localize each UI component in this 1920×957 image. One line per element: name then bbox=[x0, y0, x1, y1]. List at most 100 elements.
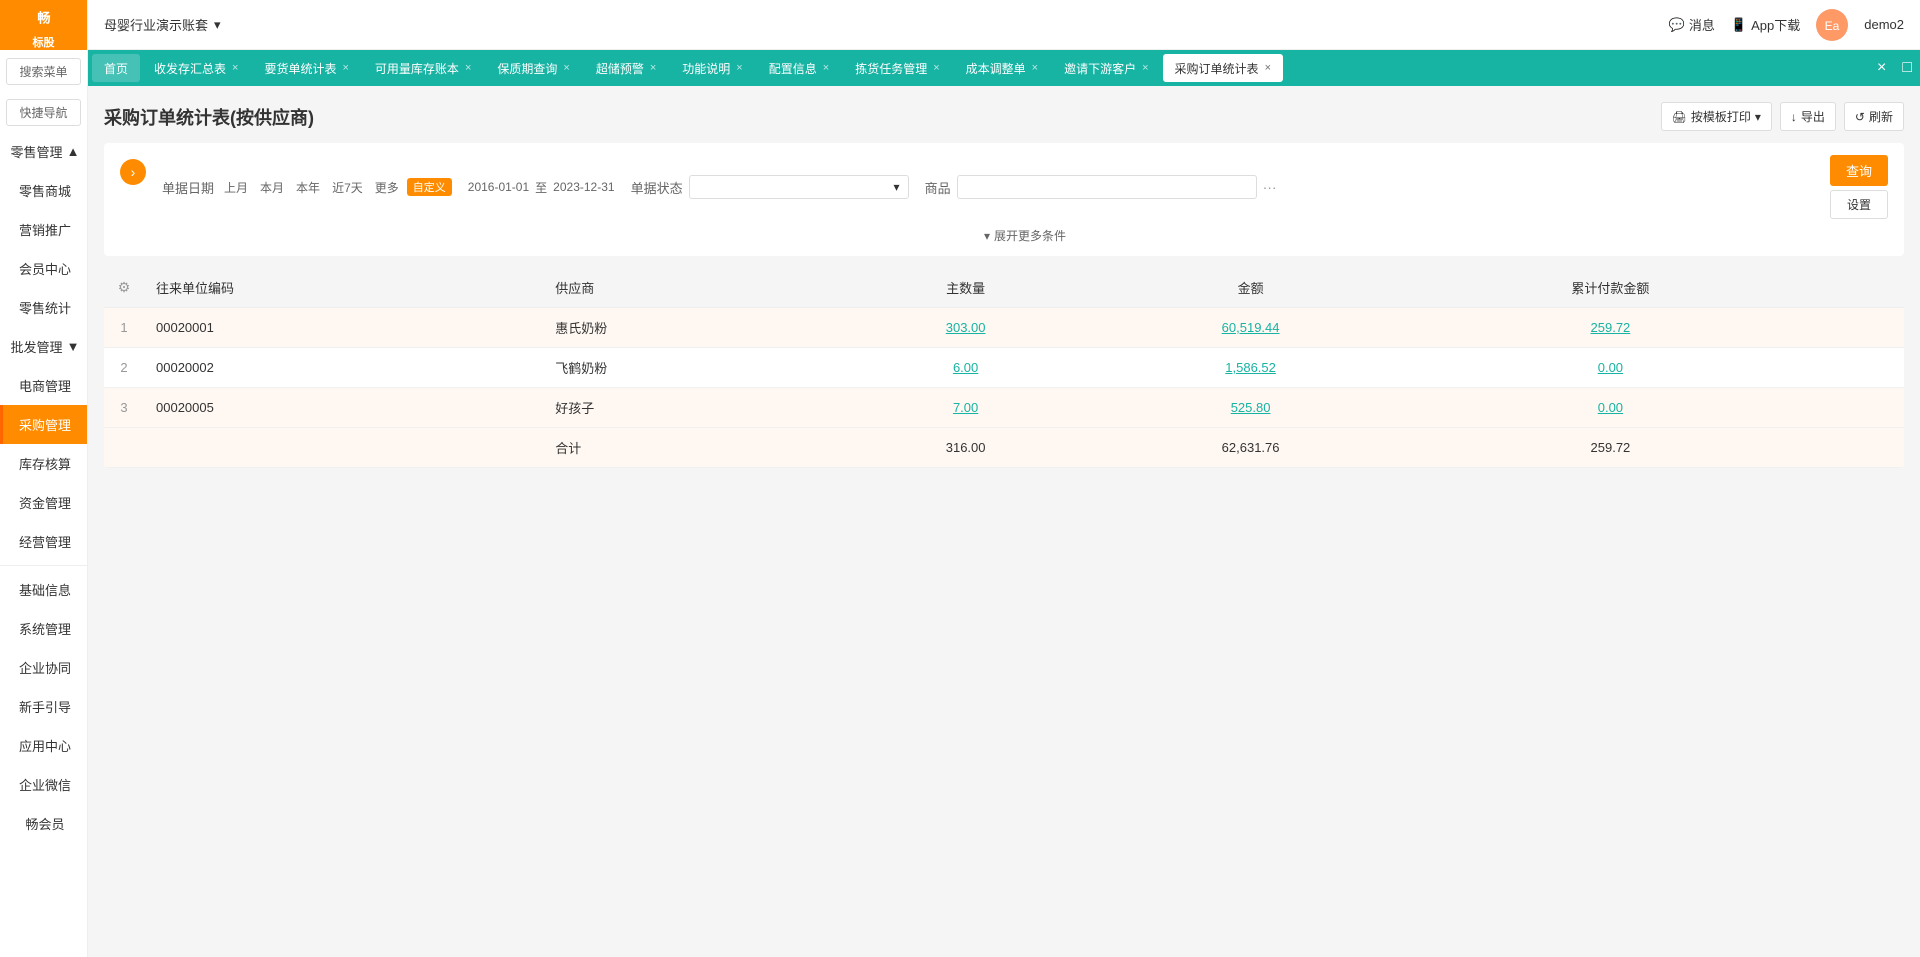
tab-label: 超储预警 bbox=[596, 60, 644, 77]
tab-expand-btn[interactable]: □ bbox=[1898, 59, 1916, 77]
cell-paid-amount[interactable]: 259.72 bbox=[1411, 308, 1810, 348]
tab-order-summary[interactable]: 要货单统计表 × bbox=[252, 54, 360, 82]
cell-quantity[interactable]: 6.00 bbox=[841, 348, 1091, 388]
tab-close-icon[interactable]: × bbox=[933, 62, 939, 74]
shortcut-more[interactable]: 更多 bbox=[371, 177, 403, 198]
app-download-btn[interactable]: 📱 App下载 bbox=[1731, 15, 1800, 34]
tab-picking-task[interactable]: 拣货任务管理 × bbox=[843, 54, 951, 82]
sidebar-item-finance[interactable]: 资金管理 bbox=[0, 483, 87, 522]
shortcut-7days[interactable]: 近7天 bbox=[328, 177, 367, 198]
tab-invite-downstream[interactable]: 邀请下游客户 × bbox=[1052, 54, 1160, 82]
tab-expiry-query[interactable]: 保质期查询 × bbox=[485, 54, 581, 82]
cell-amount[interactable]: 60,519.44 bbox=[1090, 308, 1410, 348]
cell-unit-code[interactable]: 00020005 bbox=[144, 388, 543, 428]
tab-label: 邀请下游客户 bbox=[1064, 60, 1136, 77]
tab-close-icon[interactable]: × bbox=[232, 62, 238, 74]
search-button[interactable]: 查询 bbox=[1830, 155, 1888, 186]
tab-close-icon[interactable]: × bbox=[1142, 62, 1148, 74]
print-button[interactable]: 🖨 按模板打印 ▾ bbox=[1661, 102, 1772, 131]
cell-extra bbox=[1810, 308, 1904, 348]
table-row: 1 00020001 惠氏奶粉 303.00 60,519.44 259.72 bbox=[104, 308, 1904, 348]
date-to[interactable]: 2023-12-31 bbox=[553, 180, 614, 194]
logo-text: 标股 bbox=[33, 34, 55, 50]
sidebar-item-retail-stats[interactable]: 零售统计 bbox=[0, 288, 87, 327]
sidebar-item-member[interactable]: 会员中心 bbox=[0, 249, 87, 288]
table-row: 3 00020005 好孩子 7.00 525.80 0.00 bbox=[104, 388, 1904, 428]
sidebar-item-basic-info[interactable]: 基础信息 bbox=[0, 570, 87, 609]
sidebar-item-new-guide[interactable]: 新手引导 bbox=[0, 687, 87, 726]
goods-label: 商品 bbox=[925, 178, 951, 197]
tab-close-icon[interactable]: × bbox=[465, 62, 471, 74]
footer-paid-amount: 259.72 bbox=[1411, 428, 1810, 468]
settings-button[interactable]: 设置 bbox=[1830, 190, 1888, 219]
tab-inventory-ledger[interactable]: 可用量库存账本 × bbox=[363, 54, 483, 82]
svg-text:Ea: Ea bbox=[1825, 19, 1840, 33]
cell-quantity[interactable]: 303.00 bbox=[841, 308, 1091, 348]
shortcut-this-month[interactable]: 本月 bbox=[256, 177, 288, 198]
sidebar-item-member2[interactable]: 畅会员 bbox=[0, 804, 87, 843]
status-select[interactable]: ▾ bbox=[689, 175, 909, 199]
page-header: 采购订单统计表(按供应商) 🖨 按模板打印 ▾ ↓ 导出 ↺ 刷新 bbox=[104, 102, 1904, 131]
sidebar-item-inventory[interactable]: 库存核算 bbox=[0, 444, 87, 483]
shortcut-this-year[interactable]: 本年 bbox=[292, 177, 324, 198]
date-from[interactable]: 2016-01-01 bbox=[468, 180, 529, 194]
date-range: 2016-01-01 至 2023-12-31 bbox=[468, 179, 615, 196]
tab-overstock-warning[interactable]: 超储预警 × bbox=[584, 54, 668, 82]
workspace-name: 母婴行业演示账套 bbox=[104, 15, 208, 34]
expand-conditions-btn[interactable]: ▾ 展开更多条件 bbox=[984, 227, 1066, 244]
search-menu-btn[interactable]: 搜索菜单 bbox=[0, 50, 87, 93]
tab-close-icon[interactable]: × bbox=[650, 62, 656, 74]
gear-icon[interactable]: ⚙ bbox=[118, 279, 131, 295]
sidebar-item-marketing[interactable]: 营销推广 bbox=[0, 210, 87, 249]
avatar[interactable]: Ea bbox=[1816, 9, 1848, 41]
cell-unit-code[interactable]: 00020002 bbox=[144, 348, 543, 388]
tab-close-all-btn[interactable]: × bbox=[1873, 59, 1890, 77]
tab-close-icon[interactable]: × bbox=[1032, 62, 1038, 74]
workspace-selector[interactable]: 母婴行业演示账套 ▾ bbox=[104, 15, 221, 34]
page-actions: 🖨 按模板打印 ▾ ↓ 导出 ↺ 刷新 bbox=[1661, 102, 1904, 131]
cell-paid-amount[interactable]: 0.00 bbox=[1411, 348, 1810, 388]
cell-supplier[interactable]: 惠氏奶粉 bbox=[543, 308, 841, 348]
goods-input[interactable] bbox=[957, 175, 1257, 199]
sidebar-item-enterprise-wechat[interactable]: 企业微信 bbox=[0, 765, 87, 804]
goods-more-icon[interactable]: ··· bbox=[1263, 179, 1277, 195]
refresh-button[interactable]: ↺ 刷新 bbox=[1844, 102, 1904, 131]
sidebar-item-retail-shop[interactable]: 零售商城 bbox=[0, 171, 87, 210]
sidebar-item-wholesale-mgmt[interactable]: 批发管理 ▼ bbox=[0, 327, 87, 366]
cell-amount[interactable]: 525.80 bbox=[1090, 388, 1410, 428]
cell-supplier[interactable]: 飞鹤奶粉 bbox=[543, 348, 841, 388]
shortcut-btn[interactable]: 快捷导航 bbox=[6, 99, 81, 126]
export-button[interactable]: ↓ 导出 bbox=[1780, 102, 1836, 131]
sidebar-item-purchase-mgmt[interactable]: 采购管理 bbox=[0, 405, 87, 444]
tab-close-icon[interactable]: × bbox=[823, 62, 829, 74]
col-supplier: 供应商 bbox=[543, 268, 841, 308]
sidebar-item-app-center[interactable]: 应用中心 bbox=[0, 726, 87, 765]
filter-toggle-btn[interactable]: › bbox=[120, 159, 146, 185]
cell-quantity[interactable]: 7.00 bbox=[841, 388, 1091, 428]
cell-paid-amount[interactable]: 0.00 bbox=[1411, 388, 1810, 428]
sidebar-item-system[interactable]: 系统管理 bbox=[0, 609, 87, 648]
tab-purchase-summary[interactable]: 采购订单统计表 × bbox=[1163, 54, 1283, 82]
tab-label: 拣货任务管理 bbox=[855, 60, 927, 77]
cell-unit-code[interactable]: 00020001 bbox=[144, 308, 543, 348]
shortcut-nav-btn[interactable]: 快捷导航 bbox=[0, 93, 87, 132]
sidebar-item-retail-mgmt[interactable]: 零售管理 ▲ bbox=[0, 132, 87, 171]
tab-function-desc[interactable]: 功能说明 × bbox=[670, 54, 754, 82]
message-btn[interactable]: 💬 消息 bbox=[1669, 15, 1715, 34]
username-label[interactable]: demo2 bbox=[1864, 17, 1904, 32]
shortcut-last-month[interactable]: 上月 bbox=[220, 177, 252, 198]
sidebar-item-operation[interactable]: 经营管理 bbox=[0, 522, 87, 561]
tab-home[interactable]: 首页 bbox=[92, 54, 140, 82]
sidebar-item-cooperation[interactable]: 企业协同 bbox=[0, 648, 87, 687]
search-input-btn[interactable]: 搜索菜单 bbox=[6, 58, 81, 85]
sidebar-item-ecommerce[interactable]: 电商管理 bbox=[0, 366, 87, 405]
tab-cost-adjust[interactable]: 成本调整单 × bbox=[954, 54, 1050, 82]
tab-receive-summary[interactable]: 收发存汇总表 × bbox=[142, 54, 250, 82]
tab-close-icon[interactable]: × bbox=[342, 62, 348, 74]
cell-supplier[interactable]: 好孩子 bbox=[543, 388, 841, 428]
tab-close-icon[interactable]: × bbox=[736, 62, 742, 74]
tab-close-icon[interactable]: × bbox=[1265, 62, 1271, 74]
tab-config-info[interactable]: 配置信息 × bbox=[757, 54, 841, 82]
tab-close-icon[interactable]: × bbox=[563, 62, 569, 74]
cell-amount[interactable]: 1,586.52 bbox=[1090, 348, 1410, 388]
